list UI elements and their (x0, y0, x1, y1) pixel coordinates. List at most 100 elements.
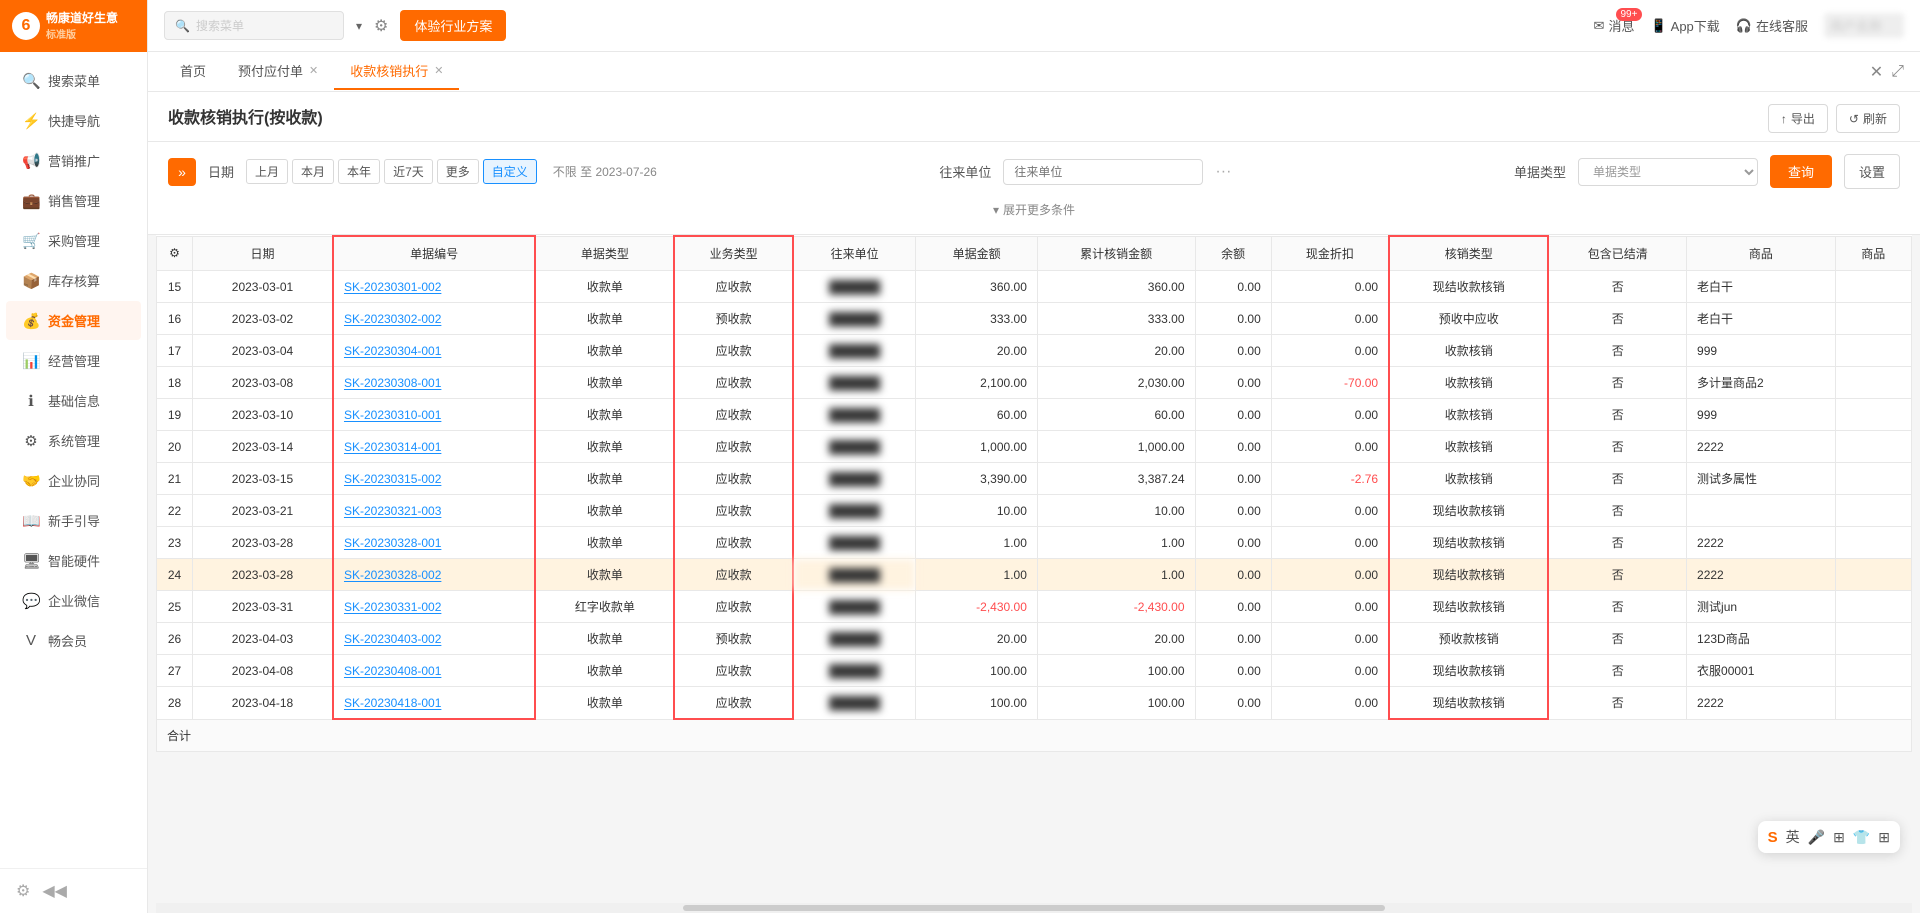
sidebar-item-采购管理[interactable]: 🛒 采购管理 (6, 221, 141, 260)
cell-voucher-no[interactable]: SK-20230321-003 (333, 495, 535, 527)
cell-date: 2023-03-02 (193, 303, 333, 335)
cell-voucher-type: 红字收款单 (535, 591, 674, 623)
sidebar-icon-0: 🔍 (22, 72, 40, 90)
cell-total-offset: -2,430.00 (1037, 591, 1195, 623)
cell-voucher-no[interactable]: SK-20230403-002 (333, 623, 535, 655)
this-year-btn[interactable]: 本年 (338, 159, 380, 184)
table-footer-row: 合计 (157, 719, 1912, 752)
cell-amount: 100.00 (916, 687, 1038, 720)
message-button[interactable]: ✉ 消息 99+ (1594, 16, 1635, 35)
cell-index: 24 (157, 559, 193, 591)
sidebar-item-资金管理[interactable]: 💰 资金管理 (6, 301, 141, 340)
app-name: 畅康道好生意 标准版 (46, 11, 118, 40)
horizontal-scrollbar[interactable] (156, 903, 1912, 913)
sidebar-item-智能硬件[interactable]: 🖥 智能硬件 (6, 541, 141, 580)
sidebar-item-销售管理[interactable]: 💼 销售管理 (6, 181, 141, 220)
settings-icon[interactable]: ⚙ (16, 881, 30, 901)
last-7days-btn[interactable]: 近7天 (384, 159, 433, 184)
cell-voucher-no[interactable]: SK-20230304-001 (333, 335, 535, 367)
export-button[interactable]: ↑ 导出 (1768, 104, 1828, 133)
cell-voucher-no[interactable]: SK-20230408-001 (333, 655, 535, 687)
sidebar-item-新手引导[interactable]: 📖 新手引导 (6, 501, 141, 540)
cell-voucher-no[interactable]: SK-20230314-001 (333, 431, 535, 463)
cell-balance: 0.00 (1195, 559, 1271, 591)
cell-goods2 (1835, 495, 1911, 527)
cell-date: 2023-03-21 (193, 495, 333, 527)
floating-keyboard-icon[interactable]: ⊞ (1833, 829, 1845, 846)
cell-voucher-no[interactable]: SK-20230308-001 (333, 367, 535, 399)
sidebar-item-经营管理[interactable]: 📊 经营管理 (6, 341, 141, 380)
expand-more-conditions[interactable]: ▾ 展开更多条件 (168, 197, 1900, 222)
cell-goods: 多计量商品2 (1687, 367, 1836, 399)
partner-filter-dots[interactable]: ··· (1215, 163, 1231, 181)
collapse-icon[interactable]: ◀◀ (42, 881, 67, 901)
floating-text-label: 英 (1786, 827, 1800, 847)
floating-shirt-icon[interactable]: 👕 (1853, 829, 1870, 846)
app-download-button[interactable]: 📱 App下载 (1650, 16, 1719, 35)
tab-close-window-icon[interactable]: ✕ (1870, 62, 1883, 82)
tab-collection-offset[interactable]: 收款核销执行 ✕ (334, 53, 459, 90)
topbar-search-box[interactable]: 🔍 搜索菜单 (164, 11, 344, 40)
sidebar-item-搜索菜单[interactable]: 🔍 搜索菜单 (6, 61, 141, 100)
custom-date-btn[interactable]: 自定义 (483, 159, 537, 184)
sidebar-item-基础信息[interactable]: ℹ 基础信息 (6, 381, 141, 420)
sidebar-item-畅会员[interactable]: V 畅会员 (6, 621, 141, 660)
cell-voucher-no[interactable]: SK-20230328-002 (333, 559, 535, 591)
cell-partner: ██████ (793, 623, 916, 655)
floating-mic-icon[interactable]: 🎤 (1808, 829, 1825, 846)
cell-biz-type: 预收款 (674, 623, 793, 655)
floating-grid-icon[interactable]: ⊞ (1878, 829, 1890, 846)
cell-cash-discount: -70.00 (1271, 367, 1389, 399)
partner-filter-input[interactable] (1003, 159, 1203, 185)
cell-partner: ██████ (793, 335, 916, 367)
cell-total-offset: 1.00 (1037, 527, 1195, 559)
last-month-btn[interactable]: 上月 (246, 159, 288, 184)
cell-voucher-no[interactable]: SK-20230302-002 (333, 303, 535, 335)
settings-button[interactable]: 设置 (1844, 154, 1900, 189)
cell-include-settled: 否 (1548, 367, 1686, 399)
sidebar-item-系统管理[interactable]: ⚙ 系统管理 (6, 421, 141, 460)
sidebar-item-库存核算[interactable]: 📦 库存核算 (6, 261, 141, 300)
cell-voucher-no[interactable]: SK-20230418-001 (333, 687, 535, 720)
col-settings[interactable]: ⚙ (157, 236, 193, 271)
cell-voucher-no[interactable]: SK-20230328-001 (333, 527, 535, 559)
filter-toggle-button[interactable]: » (168, 158, 196, 186)
topbar-gear-icon[interactable]: ⚙ (374, 16, 388, 36)
tab-close-prepaid[interactable]: ✕ (309, 64, 318, 77)
cell-partner: ██████ (793, 495, 916, 527)
cell-voucher-type: 收款单 (535, 495, 674, 527)
table-row: 18 2023-03-08 SK-20230308-001 收款单 应收款 ██… (157, 367, 1912, 399)
voucher-type-select[interactable]: 单据类型 (1578, 158, 1758, 186)
online-service-button[interactable]: 🎧 在线客服 (1736, 16, 1808, 35)
tab-expand-icon[interactable]: ⤢ (1891, 63, 1904, 81)
sidebar-item-快捷导航[interactable]: ⚡ 快捷导航 (6, 101, 141, 140)
table-area: ⚙ 日期 单据编号 单据类型 业务类型 往来单位 单据金额 累计核销金额 余额 … (148, 235, 1920, 903)
this-month-btn[interactable]: 本月 (292, 159, 334, 184)
sidebar-item-企业微信[interactable]: 💬 企业微信 (6, 581, 141, 620)
cell-voucher-no[interactable]: SK-20230315-002 (333, 463, 535, 495)
cell-balance: 0.00 (1195, 271, 1271, 303)
tab-home[interactable]: 首页 (164, 53, 222, 90)
more-date-btn[interactable]: 更多 (437, 159, 479, 184)
cell-goods2 (1835, 399, 1911, 431)
cell-voucher-no[interactable]: SK-20230310-001 (333, 399, 535, 431)
cell-amount: 100.00 (916, 655, 1038, 687)
query-button[interactable]: 查询 (1770, 155, 1832, 188)
cell-index: 28 (157, 687, 193, 720)
solution-button[interactable]: 体验行业方案 (400, 10, 506, 41)
cell-include-settled: 否 (1548, 495, 1686, 527)
refresh-button[interactable]: ↺ 刷新 (1836, 104, 1900, 133)
tab-close-collection[interactable]: ✕ (434, 64, 443, 77)
sidebar-label-5: 库存核算 (48, 271, 100, 290)
cell-voucher-no[interactable]: SK-20230301-002 (333, 271, 535, 303)
cell-voucher-no[interactable]: SK-20230331-002 (333, 591, 535, 623)
headset-icon: 🎧 (1736, 18, 1752, 34)
cell-index: 15 (157, 271, 193, 303)
topbar-dropdown[interactable]: ▾ (356, 19, 362, 33)
cell-cash-discount: 0.00 (1271, 399, 1389, 431)
cell-balance: 0.00 (1195, 623, 1271, 655)
sidebar-item-营销推广[interactable]: 📢 营销推广 (6, 141, 141, 180)
tab-prepaid[interactable]: 预付应付单 ✕ (222, 53, 334, 90)
sidebar-item-企业协同[interactable]: 🤝 企业协同 (6, 461, 141, 500)
cell-amount: 1.00 (916, 559, 1038, 591)
